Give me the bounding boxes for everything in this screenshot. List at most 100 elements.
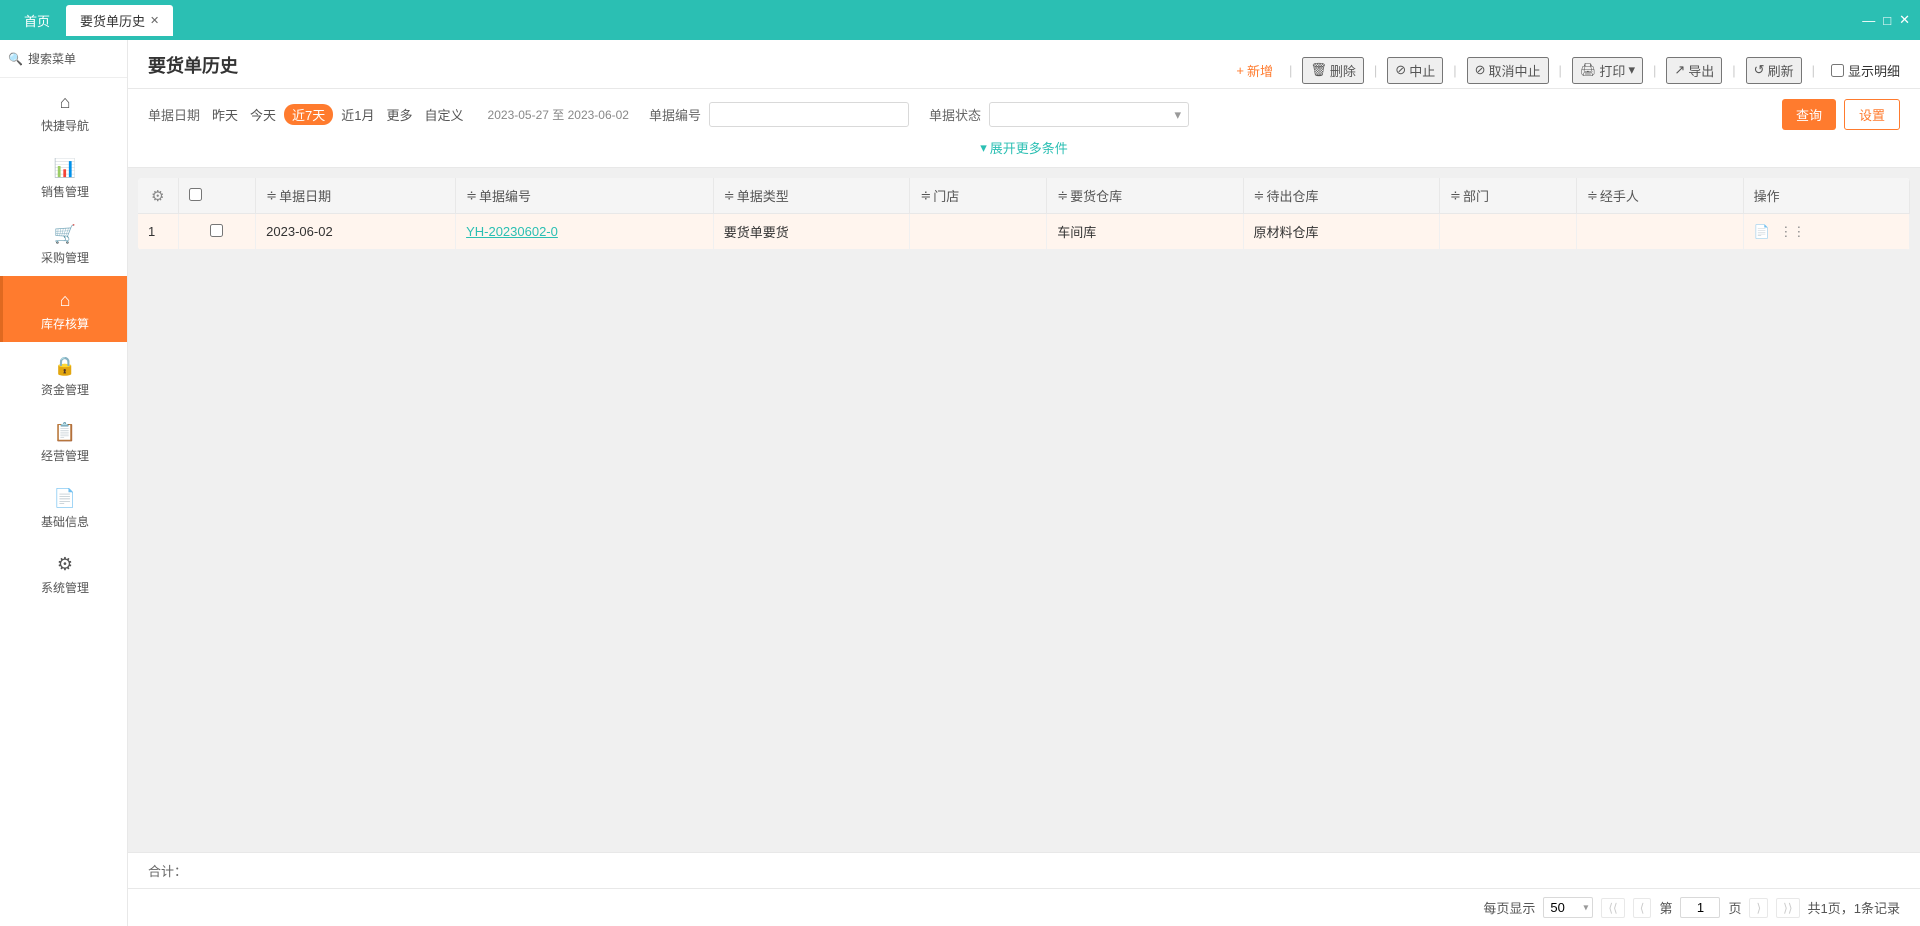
th-checkbox[interactable] xyxy=(178,178,256,214)
system-icon: ⚙ xyxy=(57,554,73,575)
sidebar-item-shortcut[interactable]: ⌂ 快捷导航 xyxy=(0,78,127,144)
query-button[interactable]: 查询 xyxy=(1782,99,1836,130)
close-tab-icon[interactable]: ✕ xyxy=(150,14,159,27)
th-settings[interactable]: ⚙ xyxy=(138,178,178,214)
docstatus-label: 单据状态 xyxy=(929,105,981,124)
settings-button[interactable]: 设置 xyxy=(1844,99,1900,130)
stop-button[interactable]: ⊘ 中止 xyxy=(1387,57,1443,84)
date-btn-7days[interactable]: 近7天 xyxy=(284,104,333,125)
filter-row: 单据日期 昨天 今天 近7天 近1月 更多 自定义 2023-05-27 至 2… xyxy=(148,99,1900,130)
expand-filter-btn[interactable]: ▾ 展开更多条件 xyxy=(980,138,1068,157)
th-handler: ≑ 经手人 xyxy=(1576,178,1743,214)
sidebar-item-basic[interactable]: 📄 基础信息 xyxy=(0,474,127,540)
per-page-select[interactable]: 50 100 200 xyxy=(1543,897,1593,918)
export-icon: ↗ xyxy=(1674,62,1685,78)
date-btn-custom[interactable]: 自定义 xyxy=(421,104,468,125)
filter-actions: 查询 设置 xyxy=(1782,99,1900,130)
sidebar-item-purchase[interactable]: 🛒 采购管理 xyxy=(0,210,127,276)
show-detail-check[interactable]: 显示明细 xyxy=(1831,61,1900,80)
new-button[interactable]: + 新增 xyxy=(1230,59,1279,82)
sidebar-item-sales[interactable]: 📊 销售管理 xyxy=(0,144,127,210)
sidebar-item-inventory[interactable]: ⌂ 库存核算 xyxy=(0,276,127,342)
td-num: 1 xyxy=(138,214,178,250)
new-icon: + xyxy=(1236,63,1244,78)
th-operation: 操作 xyxy=(1743,178,1909,214)
date-btn-more[interactable]: 更多 xyxy=(383,104,417,125)
footer-bar: 合计： xyxy=(128,852,1920,888)
purchase-icon: 🛒 xyxy=(54,224,76,245)
date-btn-today[interactable]: 今天 xyxy=(246,104,280,125)
sidebar-item-finance[interactable]: 🔒 资金管理 xyxy=(0,342,127,408)
toolbar-right: + 新增 | 🗑 删除 | ⊘ 中止 | ⊘ xyxy=(1230,57,1900,84)
row-checkbox[interactable] xyxy=(210,224,223,237)
search-icon: 🔍 xyxy=(8,52,23,66)
table-head: ⚙ ≑ 单据日期 ≑ xyxy=(138,178,1910,214)
table-area: ⚙ ≑ 单据日期 ≑ xyxy=(128,168,1920,852)
sidebar: 🔍 搜索菜单 ⌂ 快捷导航 📊 销售管理 🛒 采购管理 ⌂ 库存核算 🔒 资金管… xyxy=(0,40,128,926)
docno-filter: 单据编号 xyxy=(649,102,909,127)
docno-label: 单据编号 xyxy=(649,105,701,124)
maximize-btn[interactable]: □ xyxy=(1883,13,1891,28)
td-department xyxy=(1440,214,1577,250)
td-store xyxy=(910,214,1047,250)
content-area: 要货单历史 + 新增 | 🗑 删除 | ⊘ 中止 xyxy=(128,40,1920,926)
row-view-icon[interactable]: 📄 xyxy=(1754,224,1770,239)
td-pending-warehouse: 原材料仓库 xyxy=(1243,214,1440,250)
sidebar-search[interactable]: 🔍 搜索菜单 xyxy=(0,40,127,78)
show-detail-checkbox[interactable] xyxy=(1831,64,1844,77)
td-date: 2023-06-02 xyxy=(256,214,456,250)
td-req-warehouse: 车间库 xyxy=(1047,214,1243,250)
docstatus-filter: 单据状态 xyxy=(929,102,1189,127)
window-controls: — □ ✕ xyxy=(1862,12,1910,28)
page-input[interactable] xyxy=(1680,897,1720,918)
cancel-stop-icon: ⊘ xyxy=(1475,62,1486,78)
select-all-checkbox[interactable] xyxy=(189,188,202,201)
table-body: 1 2023-06-02 YH-20230602-0 要货单要货 车间库 原材料… xyxy=(138,214,1910,250)
minimize-btn[interactable]: — xyxy=(1862,13,1875,28)
row-edit-icon[interactable]: ⋮⋮ xyxy=(1779,224,1805,239)
footer-total-label: 合计： xyxy=(148,861,187,880)
operation-icon: 📋 xyxy=(54,422,76,443)
refresh-button[interactable]: ↺ 刷新 xyxy=(1746,57,1802,84)
date-range-display: 2023-05-27 至 2023-06-02 xyxy=(488,106,629,123)
finance-icon: 🔒 xyxy=(54,356,76,377)
delete-button[interactable]: 🗑 删除 xyxy=(1302,57,1364,84)
last-page-btn[interactable]: ⟩⟩ xyxy=(1776,898,1799,918)
data-table: ⚙ ≑ 单据日期 ≑ xyxy=(138,178,1910,250)
first-page-btn[interactable]: ⟨⟨ xyxy=(1601,898,1624,918)
settings-col-icon[interactable]: ⚙ xyxy=(151,188,164,205)
td-docno[interactable]: YH-20230602-0 xyxy=(456,214,714,250)
docstatus-select-wrap xyxy=(989,102,1189,127)
sidebar-item-system[interactable]: ⚙ 系统管理 xyxy=(0,540,127,606)
pagination-summary: 共1页，1条记录 xyxy=(1808,898,1900,917)
top-bar: 首页 要货单历史 ✕ — □ ✕ xyxy=(0,0,1920,40)
prev-page-btn[interactable]: ⟨ xyxy=(1633,898,1652,918)
refresh-icon: ↺ xyxy=(1754,62,1765,78)
delete-icon: 🗑 xyxy=(1310,62,1327,78)
tab-home[interactable]: 首页 xyxy=(10,5,64,36)
per-page-wrap: 50 100 200 xyxy=(1543,897,1593,918)
th-store: ≑ 门店 xyxy=(910,178,1047,214)
th-doctype: ≑ 单据类型 xyxy=(713,178,910,214)
close-btn[interactable]: ✕ xyxy=(1899,12,1910,28)
docno-input[interactable] xyxy=(709,102,909,127)
td-checkbox[interactable] xyxy=(178,214,256,250)
td-operation[interactable]: 📄 ⋮⋮ xyxy=(1743,214,1909,250)
shortcut-icon: ⌂ xyxy=(60,92,71,113)
date-btn-1month[interactable]: 近1月 xyxy=(337,104,378,125)
tab-purchase-history[interactable]: 要货单历史 ✕ xyxy=(66,5,173,36)
basic-icon: 📄 xyxy=(54,488,76,509)
th-pending-warehouse: ≑ 待出仓库 xyxy=(1243,178,1440,214)
docstatus-select[interactable] xyxy=(989,102,1189,127)
sidebar-item-operation[interactable]: 📋 经营管理 xyxy=(0,408,127,474)
th-req-warehouse: ≑ 要货仓库 xyxy=(1047,178,1243,214)
date-btn-yesterday[interactable]: 昨天 xyxy=(208,104,242,125)
td-handler xyxy=(1576,214,1743,250)
next-page-btn[interactable]: ⟩ xyxy=(1749,898,1768,918)
date-buttons: 昨天 今天 近7天 近1月 更多 自定义 xyxy=(208,104,468,125)
filter-area: 单据日期 昨天 今天 近7天 近1月 更多 自定义 2023-05-27 至 2… xyxy=(128,89,1920,168)
cancel-stop-button[interactable]: ⊘ 取消中止 xyxy=(1467,57,1549,84)
th-date: ≑ 单据日期 xyxy=(256,178,456,214)
print-button[interactable]: 🖨 打印 ▾ xyxy=(1572,57,1643,84)
export-button[interactable]: ↗ 导出 xyxy=(1666,57,1722,84)
